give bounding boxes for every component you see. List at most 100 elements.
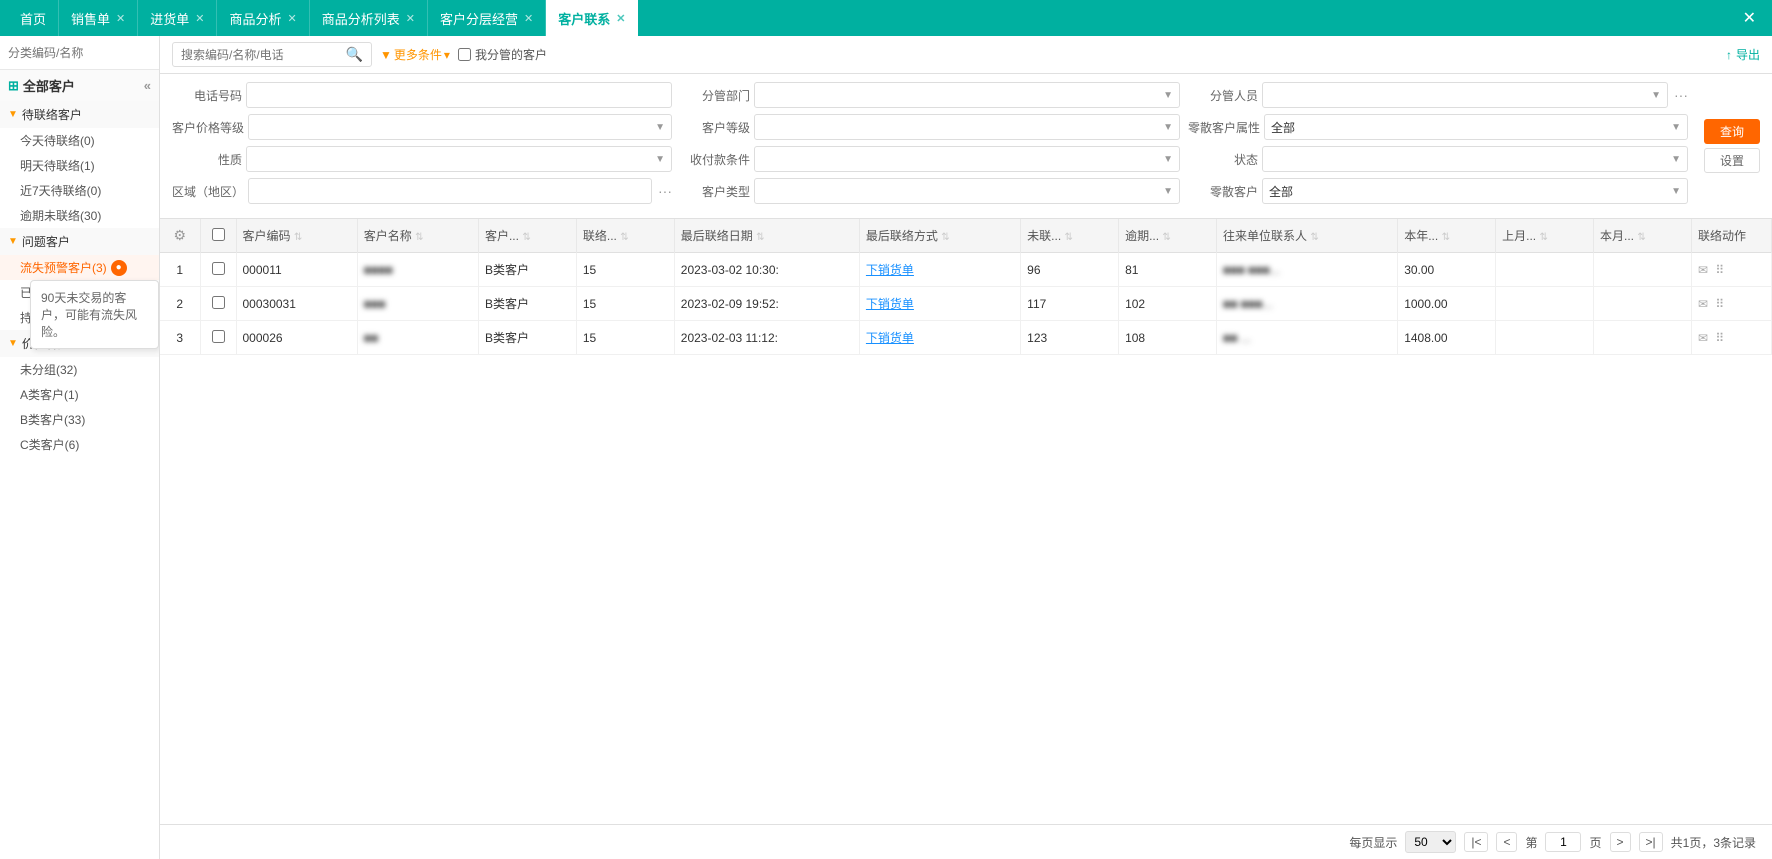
td-actions[interactable]: ✉ ⠿ <box>1692 253 1772 287</box>
last-contact-type-link[interactable]: 下销货单 <box>866 331 914 345</box>
table-row: 3 000026 ■■ B类客户 15 2023-02-03 11:12: 下销… <box>160 321 1772 355</box>
close-sales-tab[interactable]: ✕ <box>116 12 125 25</box>
th-this-year[interactable]: 本年... ⇅ <box>1398 219 1496 253</box>
retail-attr-select[interactable]: 全部 ▼ <box>1264 114 1688 140</box>
td-last-contact-date: 2023-02-09 19:52: <box>674 287 859 321</box>
td-last-contact-type[interactable]: 下销货单 <box>859 321 1020 355</box>
tab-customer-layer[interactable]: 客户分层经营 ✕ <box>428 0 546 36</box>
page-input[interactable] <box>1545 832 1581 852</box>
action-more-icon[interactable]: ⠿ <box>1715 297 1724 311</box>
sidebar-item-b-class[interactable]: B类客户(33) <box>0 407 159 432</box>
sidebar-item-overdue-pending[interactable]: 逾期未联络(30) <box>0 203 159 228</box>
td-last-contact-type[interactable]: 下销货单 <box>859 287 1020 321</box>
tab-purchase[interactable]: 进货单 ✕ <box>138 0 217 36</box>
td-actions[interactable]: ✉ ⠿ <box>1692 321 1772 355</box>
close-analysis-tab[interactable]: ✕ <box>288 12 297 25</box>
td-actions[interactable]: ✉ ⠿ <box>1692 287 1772 321</box>
action-more-icon[interactable]: ⠿ <box>1715 331 1724 345</box>
page-last-button[interactable]: >| <box>1639 832 1663 852</box>
retail-customer-select[interactable]: 全部 ▼ <box>1262 178 1688 204</box>
tab-analysis[interactable]: 商品分析 ✕ <box>217 0 309 36</box>
last-contact-type-link[interactable]: 下销货单 <box>866 263 914 277</box>
sidebar-group-problem-title[interactable]: ▼ 问题客户 <box>0 228 159 255</box>
query-button[interactable]: 查询 <box>1704 119 1760 144</box>
customer-level-select[interactable]: ▼ <box>754 114 1180 140</box>
page-first-button[interactable]: |< <box>1464 832 1488 852</box>
td-last-contact-type[interactable]: 下销货单 <box>859 253 1020 287</box>
td-type: B类客户 <box>478 287 576 321</box>
sidebar-item-unclassified[interactable]: 未分组(32) <box>0 357 159 382</box>
sidebar-item-c-class[interactable]: C类客户(6) <box>0 432 159 457</box>
filter-search-button[interactable]: 🔍 <box>346 46 363 63</box>
sidebar-group-value: ▼ 价值客户 ↻ ✎ 未分组(32) A类客户(1) B类客户(33) C类客户… <box>0 330 159 457</box>
price-level-select[interactable]: ▼ <box>248 114 672 140</box>
export-button[interactable]: ↑ 导出 <box>1726 46 1760 63</box>
filter-search-input[interactable] <box>181 48 346 62</box>
payment-select[interactable]: ▼ <box>754 146 1180 172</box>
filter-cell-nature: 性质 ▼ <box>172 146 672 172</box>
close-customer-layer-tab[interactable]: ✕ <box>524 12 533 25</box>
gear-icon[interactable]: ⚙ <box>173 227 186 243</box>
sidebar-item-tomorrow-pending[interactable]: 明天待联络(1) <box>0 153 159 178</box>
page-next-button[interactable]: > <box>1610 832 1631 852</box>
sidebar-collapse-icon[interactable]: « <box>144 78 151 93</box>
td-this-year: 30.00 <box>1398 253 1496 287</box>
filter-bar: 🔍 ▼ 更多条件 ▾ 我分管的客户 ↑ 导出 <box>160 36 1772 74</box>
global-close-button[interactable]: ✕ <box>1735 8 1764 28</box>
close-analysis-list-tab[interactable]: ✕ <box>406 12 415 25</box>
sidebar-item-a-class[interactable]: A类客户(1) <box>0 382 159 407</box>
sidebar-search-input[interactable] <box>8 46 160 60</box>
nature-select[interactable]: ▼ <box>246 146 672 172</box>
status-select[interactable]: ▼ <box>1262 146 1688 172</box>
sidebar-all-customers[interactable]: ⊞ 全部客户 « <box>0 70 159 101</box>
sidebar-item-7day-pending[interactable]: 近7天待联络(0) <box>0 178 159 203</box>
sidebar-item-today-pending[interactable]: 今天待联络(0) <box>0 128 159 153</box>
th-contact[interactable]: 联络... ⇅ <box>576 219 674 253</box>
sidebar-item-churn-warning[interactable]: 流失预警客户(3) ● <box>0 255 159 280</box>
close-purchase-tab[interactable]: ✕ <box>195 12 204 25</box>
sidebar-group-pending-title[interactable]: ▼ 待联络客户 <box>0 101 159 128</box>
action-contact-icon[interactable]: ✉ <box>1698 331 1708 345</box>
manager-dots-button[interactable]: ··· <box>1674 87 1688 103</box>
action-contact-icon[interactable]: ✉ <box>1698 297 1708 311</box>
page-label: 第 <box>1525 834 1537 851</box>
th-this-month[interactable]: 本月... ⇅ <box>1594 219 1692 253</box>
select-all-checkbox[interactable] <box>212 228 225 241</box>
action-more-icon[interactable]: ⠿ <box>1715 263 1724 277</box>
row-checkbox[interactable] <box>212 262 225 275</box>
td-checkbox[interactable] <box>200 253 236 287</box>
phone-input[interactable] <box>246 82 672 108</box>
th-last-contact-date[interactable]: 最后联络日期 ⇅ <box>674 219 859 253</box>
region-select[interactable] <box>248 178 652 204</box>
th-overdue[interactable]: 逾期... ⇅ <box>1119 219 1217 253</box>
row-checkbox[interactable] <box>212 330 225 343</box>
tab-home[interactable]: 首页 <box>8 0 59 36</box>
th-code[interactable]: 客户编码 ⇅ <box>236 219 357 253</box>
close-customer-contact-tab[interactable]: ✕ <box>616 12 625 25</box>
td-this-year: 1408.00 <box>1398 321 1496 355</box>
manager-select[interactable]: ▼ <box>1262 82 1668 108</box>
th-name[interactable]: 客户名称 ⇅ <box>357 219 478 253</box>
th-contact-person[interactable]: 往来单位联系人 ⇅ <box>1216 219 1397 253</box>
page-prev-button[interactable]: < <box>1496 832 1517 852</box>
th-last-month[interactable]: 上月... ⇅ <box>1496 219 1594 253</box>
tab-analysis-list[interactable]: 商品分析列表 ✕ <box>310 0 428 36</box>
th-un-contact[interactable]: 未联... ⇅ <box>1021 219 1119 253</box>
dept-select[interactable]: ▼ <box>754 82 1180 108</box>
td-checkbox[interactable] <box>200 321 236 355</box>
th-last-contact-type[interactable]: 最后联络方式 ⇅ <box>859 219 1020 253</box>
th-type[interactable]: 客户... ⇅ <box>478 219 576 253</box>
settings-button[interactable]: 设置 <box>1704 148 1760 173</box>
action-contact-icon[interactable]: ✉ <box>1698 263 1708 277</box>
th-gear[interactable]: ⚙ <box>160 219 200 253</box>
td-checkbox[interactable] <box>200 287 236 321</box>
last-contact-type-link[interactable]: 下销货单 <box>866 297 914 311</box>
region-dots-button[interactable]: ··· <box>658 183 672 199</box>
my-customers-checkbox[interactable] <box>458 48 471 61</box>
row-checkbox[interactable] <box>212 296 225 309</box>
tab-sales[interactable]: 销售单 ✕ <box>59 0 138 36</box>
customer-type-select[interactable]: ▼ <box>754 178 1180 204</box>
tab-customer-contact[interactable]: 客户联系 ✕ <box>546 0 638 36</box>
per-page-select[interactable]: 50 100 200 <box>1405 831 1456 853</box>
filter-more-conditions[interactable]: ▼ 更多条件 ▾ <box>380 46 450 63</box>
